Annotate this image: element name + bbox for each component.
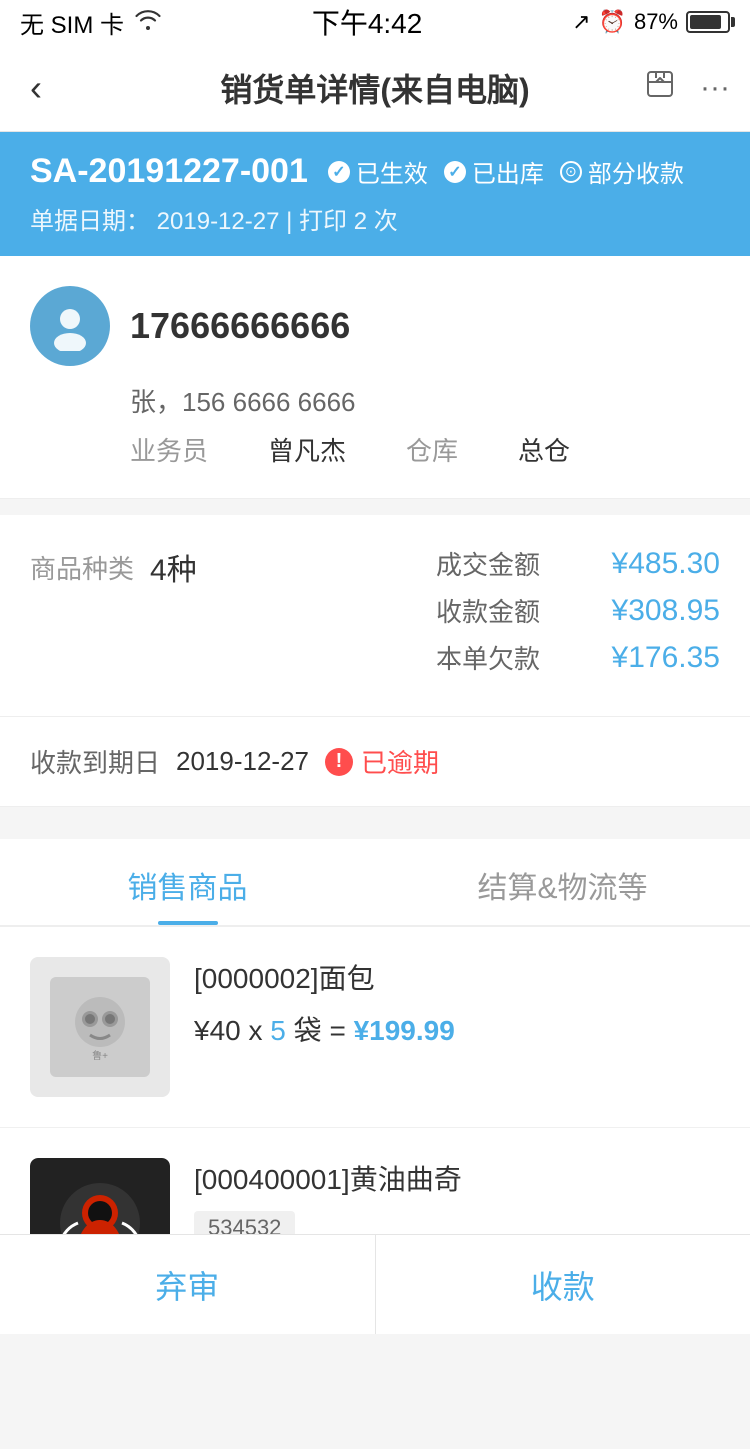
wifi-icon — [134, 8, 162, 37]
amount-row: 成交金额 ¥485.30 — [436, 545, 720, 582]
reject-button[interactable]: 弃审 — [0, 1235, 376, 1334]
overdue-text: 已逾期 — [361, 743, 439, 780]
status-time: 下午4:42 — [312, 2, 423, 42]
product-item-1: 鲁+ [0000002]面包 ¥40 x 5 袋 = ¥199.99 — [0, 927, 750, 1128]
payment-button[interactable]: 收款 — [376, 1235, 750, 1334]
product-name-1: [0000002]面包 — [194, 957, 720, 997]
tabs-section: 销售商品 结算&物流等 — [0, 839, 750, 927]
order-id: SA-20191227-001 — [30, 152, 308, 191]
product-type-value: 4种 — [150, 545, 197, 589]
check-icon-1: ✓ — [328, 161, 350, 183]
svg-text:鲁+: 鲁+ — [92, 1049, 108, 1062]
received-value: ¥308.95 — [570, 594, 720, 628]
location-icon: ↗ — [572, 9, 590, 35]
status-badges: ✓ 已生效 ✓ 已出库 ⊙ 部分收款 — [328, 154, 684, 189]
bottom-bar: 弃审 收款 — [0, 1234, 750, 1334]
section-divider-2 — [0, 807, 750, 823]
debt-row: 本单欠款 ¥176.35 — [436, 639, 720, 676]
debt-label: 本单欠款 — [436, 639, 540, 676]
customer-details: 业务员 曾凡杰 仓库 总仓 — [30, 431, 720, 468]
warehouse-value: 总仓 — [518, 431, 570, 468]
customer-name: 张，156 6666 6666 — [30, 382, 720, 419]
overdue-icon: ! — [325, 748, 353, 776]
customer-row: 17666666666 — [30, 286, 720, 366]
overdue-badge: ! 已逾期 — [325, 743, 439, 780]
check-icon-2: ✓ — [444, 161, 466, 183]
badge-shipped: ✓ 已出库 — [444, 154, 544, 189]
product-img-1: 鲁+ — [30, 957, 170, 1097]
product-price-1: ¥40 x 5 袋 = ¥199.99 — [194, 1009, 720, 1049]
product-qty-1: 5 — [270, 1015, 286, 1046]
due-section: 收款到期日 2019-12-27 ! 已逾期 — [0, 717, 750, 807]
badge-effective: ✓ 已生效 — [328, 154, 428, 189]
status-bar: 无 SIM 卡 下午4:42 ↗ ⏰ 87% — [0, 0, 750, 44]
more-icon[interactable]: ··· — [700, 71, 730, 105]
nav-actions: ··· — [644, 68, 730, 108]
badge-partial: ⊙ 部分收款 — [560, 154, 684, 189]
summary-section: 商品种类 4种 成交金额 ¥485.30 收款金额 ¥308.95 本单欠款 ¥… — [0, 515, 750, 717]
product-type-label: 商品种类 — [30, 549, 134, 586]
alarm-icon: ⏰ — [599, 9, 626, 35]
status-left: 无 SIM 卡 — [20, 5, 162, 40]
avatar — [30, 286, 110, 366]
battery-text: 87% — [634, 9, 678, 35]
product-name-2: [000400001]黄油曲奇 — [194, 1158, 720, 1198]
clock-icon: ⊙ — [560, 161, 582, 183]
amount-label: 成交金额 — [436, 545, 540, 582]
amount-value: ¥485.30 — [570, 547, 720, 581]
carrier-text: 无 SIM 卡 — [20, 5, 124, 40]
battery-icon — [686, 11, 730, 33]
customer-phone: 17666666666 — [130, 305, 350, 347]
status-right: ↗ ⏰ 87% — [572, 9, 730, 35]
page-title: 销货单详情(来自电脑) — [220, 65, 529, 111]
debt-value: ¥176.35 — [570, 641, 720, 675]
order-meta: 单据日期： 2019-12-27 | 打印 2 次 — [30, 201, 720, 236]
back-button[interactable]: ‹ — [20, 57, 52, 119]
product-info-1: [0000002]面包 ¥40 x 5 袋 = ¥199.99 — [194, 957, 720, 1049]
summary-right: 成交金额 ¥485.30 收款金额 ¥308.95 本单欠款 ¥176.35 — [436, 545, 720, 686]
nav-bar: ‹ 销货单详情(来自电脑) ··· — [0, 44, 750, 132]
section-divider-1 — [0, 499, 750, 515]
warehouse-label: 仓库 — [406, 431, 458, 468]
customer-section: 17666666666 张，156 6666 6666 业务员 曾凡杰 仓库 总… — [0, 256, 750, 499]
bottom-spacer — [0, 1329, 750, 1449]
due-date-value: 2019-12-27 — [176, 746, 309, 777]
tab-products[interactable]: 销售商品 — [0, 839, 375, 925]
tab-settlement[interactable]: 结算&物流等 — [375, 839, 750, 925]
salesperson-value: 曾凡杰 — [268, 431, 346, 468]
summary-left: 商品种类 4种 — [30, 545, 197, 589]
due-label: 收款到期日 — [30, 743, 160, 780]
received-row: 收款金额 ¥308.95 — [436, 592, 720, 629]
salesperson-label: 业务员 — [130, 431, 208, 468]
share-icon[interactable] — [644, 68, 676, 108]
order-header: SA-20191227-001 ✓ 已生效 ✓ 已出库 ⊙ 部分收款 单据日期：… — [0, 132, 750, 256]
received-label: 收款金额 — [436, 592, 540, 629]
product-total-1: ¥199.99 — [354, 1015, 455, 1046]
